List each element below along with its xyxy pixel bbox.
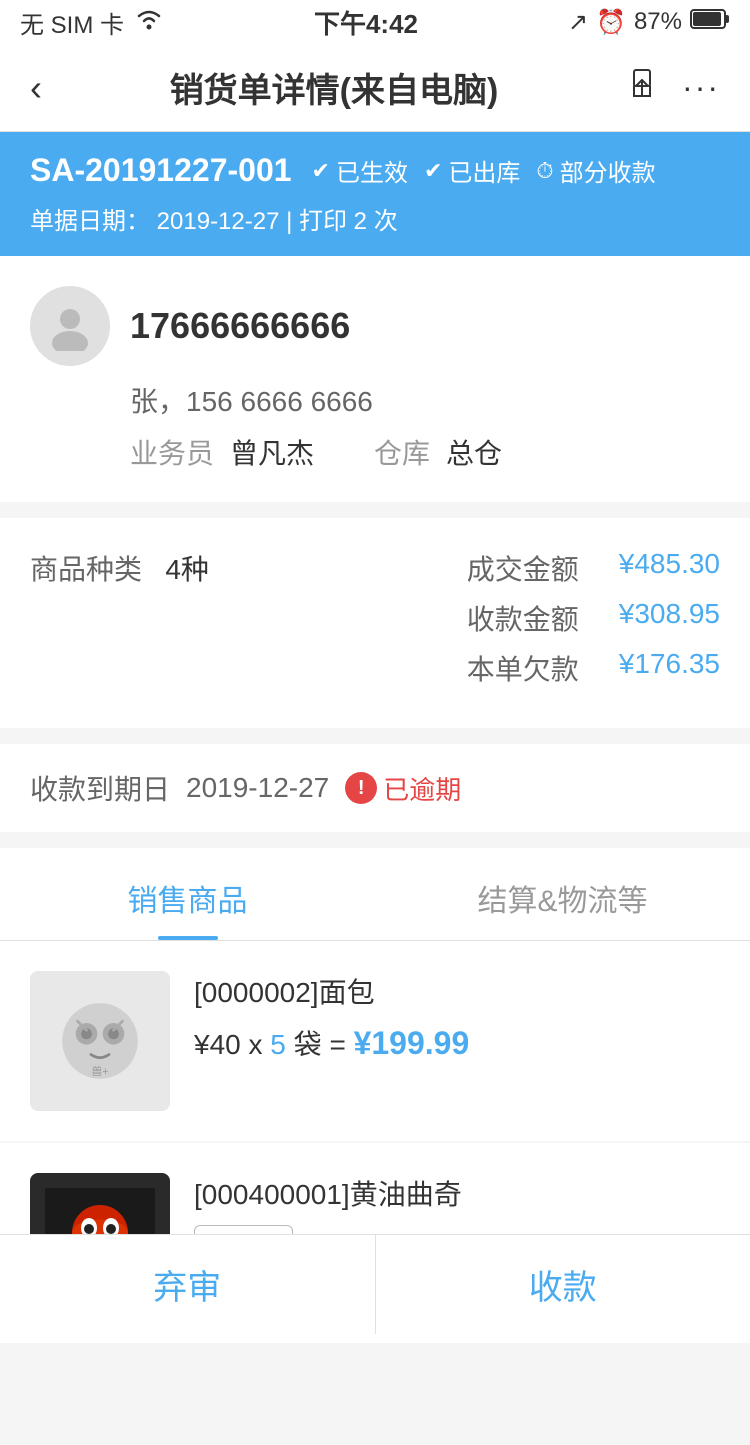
customer-meta: 业务员 曾凡杰 仓库 总仓	[130, 432, 720, 472]
status-right: ↗ ⏰ 87%	[568, 8, 730, 37]
alarm-icon: ⏰	[596, 8, 626, 37]
nav-bar: ‹ 销货单详情(来自电脑) ···	[0, 44, 750, 132]
overdue-icon: !	[345, 772, 377, 804]
product-info-1: [0000002]面包 ¥40 x 5 袋 = ¥199.99	[194, 971, 720, 1063]
order-number: SA-20191227-001	[30, 152, 292, 189]
product-price-1: ¥40 x 5 袋 = ¥199.99	[194, 1023, 720, 1063]
due-date-value: 2019-12-27	[186, 772, 329, 804]
carrier-text: 无 SIM 卡	[20, 5, 124, 40]
due-date-label: 收款到期日	[30, 768, 170, 808]
salesperson-label: 业务员	[130, 432, 214, 472]
amount-card: 商品种类 4种 成交金额 ¥485.30 收款金额 ¥308.95 本单欠款 ¥…	[0, 518, 750, 728]
amount-list: 成交金额 ¥485.30 收款金额 ¥308.95 本单欠款 ¥176.35	[467, 548, 720, 698]
check-icon-2: ✔	[424, 158, 442, 184]
product-list: 兽+ [0000002]面包 ¥40 x 5 袋 = ¥199.99	[0, 941, 750, 1445]
more-icon[interactable]: ···	[682, 69, 720, 106]
received-label: 收款金额	[467, 598, 579, 638]
battery-text: 87%	[634, 8, 682, 36]
nav-actions: ···	[626, 68, 720, 107]
status-partial-payment: ⏱ 部分收款	[536, 153, 655, 188]
header-date: 单据日期： 2019-12-27 | 打印 2 次	[30, 201, 720, 236]
nav-title: 销货单详情(来自电脑)	[170, 63, 499, 112]
warehouse-value: 总仓	[446, 432, 502, 472]
customer-info: 张，156 6666 6666	[130, 380, 720, 420]
bottom-toolbar: 弃审 收款	[0, 1234, 750, 1334]
warehouse-label: 仓库	[374, 432, 430, 472]
product-total-1: ¥199.99	[354, 1025, 470, 1061]
list-item: 兽+ [0000002]面包 ¥40 x 5 袋 = ¥199.99	[0, 941, 750, 1141]
check-icon-1: ✔	[312, 158, 330, 184]
warehouse-info: 仓库 总仓	[374, 432, 502, 472]
collect-button[interactable]: 收款	[376, 1235, 750, 1334]
received-amount: ¥308.95	[619, 598, 720, 638]
customer-card: 17666666666 张，156 6666 6666 业务员 曾凡杰 仓库 总…	[0, 256, 750, 502]
tab-settlement-label: 结算&物流等	[477, 885, 647, 918]
owed-amount: ¥176.35	[619, 648, 720, 688]
received-amount-row: 收款金额 ¥308.95	[467, 598, 720, 638]
status-effective: ✔ 已生效	[312, 153, 408, 188]
due-date-card: 收款到期日 2019-12-27 ! 已逾期	[0, 744, 750, 832]
cancel-review-button[interactable]: 弃审	[0, 1235, 376, 1334]
salesperson-value: 曾凡杰	[230, 432, 314, 472]
avatar	[30, 286, 110, 366]
svg-text:兽+: 兽+	[91, 1065, 108, 1078]
transaction-amount-row: 成交金额 ¥485.30	[467, 548, 720, 588]
transaction-amount: ¥485.30	[619, 548, 720, 588]
overdue-badge: ! 已逾期	[345, 770, 461, 807]
owed-amount-row: 本单欠款 ¥176.35	[467, 648, 720, 688]
product-code-2: [000400001]黄油曲奇	[194, 1173, 720, 1213]
status-bar: 无 SIM 卡 下午4:42 ↗ ⏰ 87%	[0, 0, 750, 44]
goods-type-label: 商品种类	[30, 554, 142, 585]
customer-top: 17666666666	[30, 286, 720, 366]
clock-icon: ⏱	[536, 158, 553, 184]
customer-name: 17666666666	[130, 305, 350, 347]
goods-count-value: 4种	[165, 554, 209, 585]
owed-label: 本单欠款	[467, 648, 579, 688]
transaction-label: 成交金额	[467, 548, 579, 588]
battery-icon	[690, 8, 730, 37]
overdue-text: 已逾期	[383, 770, 461, 807]
owl-icon: 兽+	[30, 971, 170, 1111]
tabs: 销售商品 结算&物流等	[0, 848, 750, 941]
status-tags: ✔ 已生效 ✔ 已出库 ⏱ 部分收款	[312, 153, 656, 188]
share-icon[interactable]	[626, 68, 658, 107]
status-time: 下午4:42	[314, 4, 418, 41]
location-icon: ↗	[568, 8, 588, 37]
product-code-1: [0000002]面包	[194, 971, 720, 1011]
product-thumbnail-1: 兽+	[30, 971, 170, 1111]
header-top: SA-20191227-001 ✔ 已生效 ✔ 已出库 ⏱ 部分收款	[30, 152, 720, 189]
tab-settlement[interactable]: 结算&物流等	[375, 848, 750, 940]
status-left: 无 SIM 卡	[20, 5, 164, 40]
status-shipped: ✔ 已出库	[424, 153, 520, 188]
product-quantity-1: 5	[270, 1029, 286, 1060]
salesperson-info: 业务员 曾凡杰	[130, 432, 314, 472]
back-button[interactable]: ‹	[30, 67, 42, 109]
goods-summary: 商品种类 4种	[30, 548, 209, 588]
header-band: SA-20191227-001 ✔ 已生效 ✔ 已出库 ⏱ 部分收款 单据日期：…	[0, 132, 750, 256]
tab-products[interactable]: 销售商品	[0, 848, 375, 940]
wifi-icon	[134, 8, 164, 37]
tab-products-label: 销售商品	[128, 885, 248, 918]
